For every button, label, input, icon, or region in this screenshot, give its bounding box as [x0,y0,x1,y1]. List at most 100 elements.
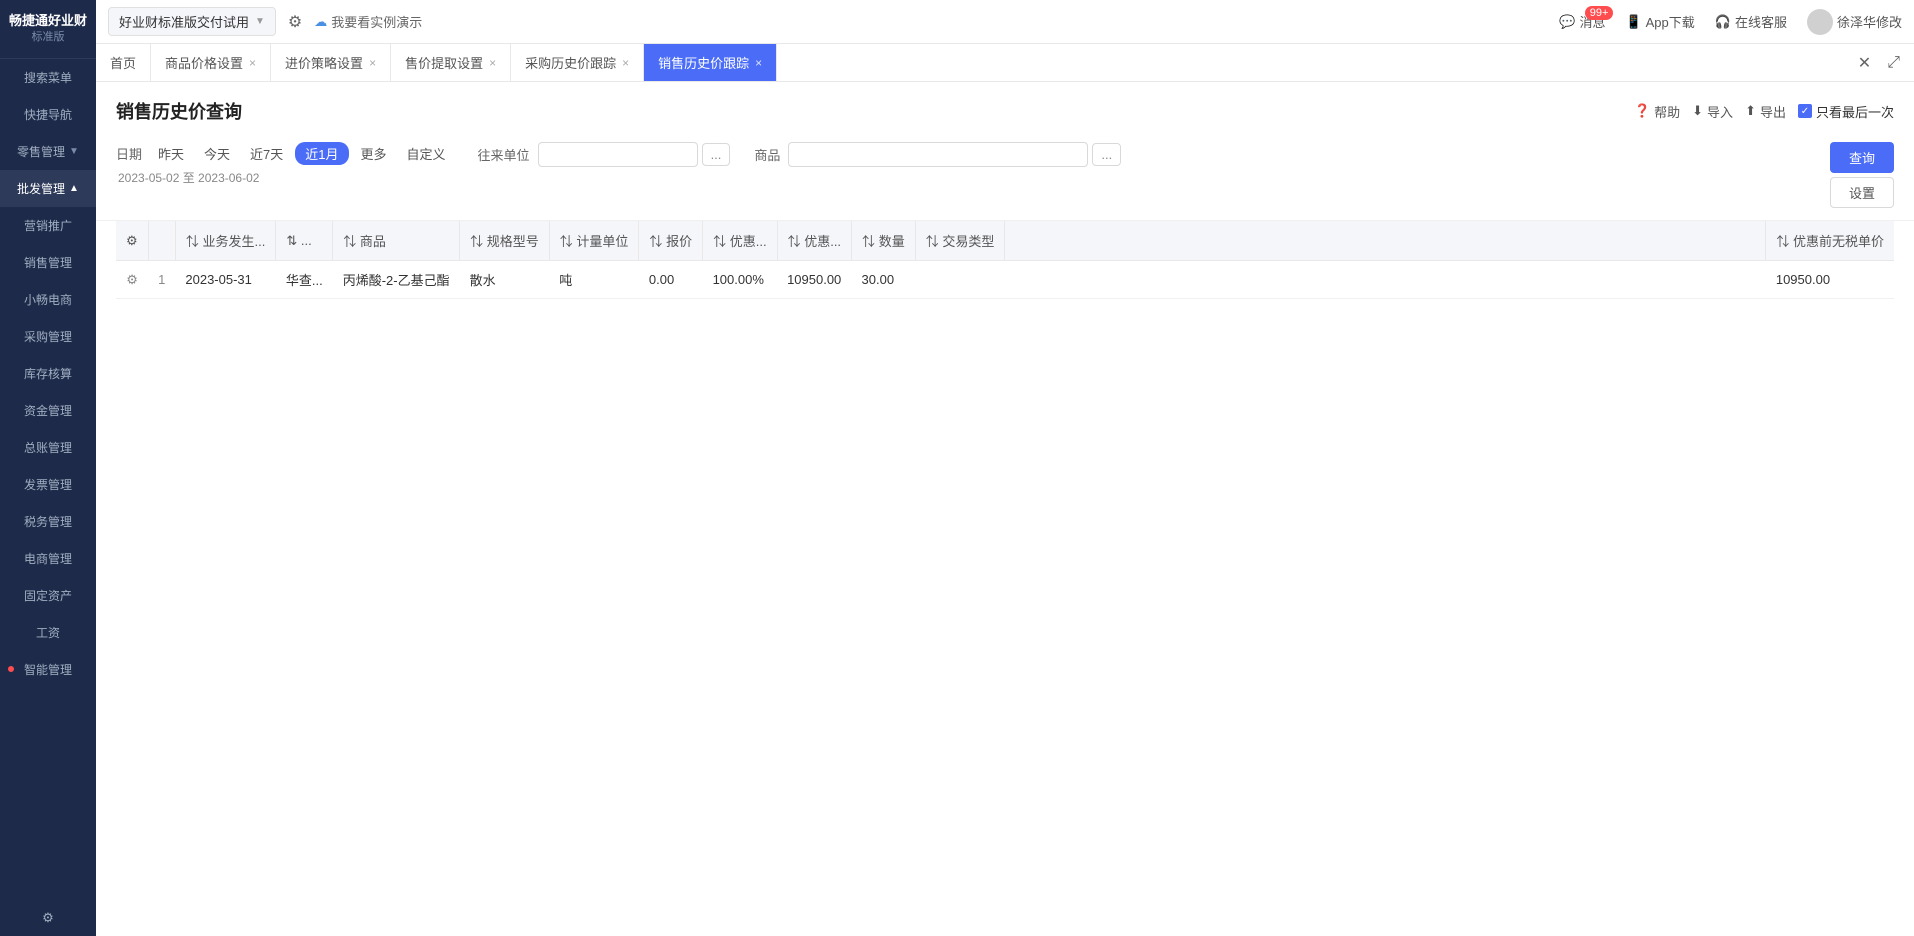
col-seq [148,221,175,261]
col-pretax-price[interactable]: ⇅ 优惠前无税单价 [1766,221,1894,261]
online-service-label: 在线客服 [1735,12,1787,31]
col-biz-date[interactable]: ⇅ 业务发生... [175,221,275,261]
sidebar-item-smart[interactable]: 智能管理 [0,651,96,688]
sidebar-item-wholesale[interactable]: 批发管理 ▲ [0,170,96,207]
tab-label: 销售历史价跟踪 [658,53,749,72]
col-settings: ⚙ [116,221,148,261]
table-header-row: ⚙ ⇅ 业务发生... ⇅ ... ⇅ 商品 [116,221,1894,261]
date-yesterday[interactable]: 昨天 [150,142,192,165]
sidebar-item-search[interactable]: 搜索菜单 [0,59,96,96]
cloud-icon: ☁ [314,14,327,30]
sidebar-item-finance[interactable]: 资金管理 [0,392,96,429]
only-last-checkbox[interactable]: 只看最后一次 [1798,102,1894,121]
sidebar-item-salary[interactable]: 工资 [0,614,96,651]
sidebar-item-assets[interactable]: 固定资产 [0,577,96,614]
settings-icon[interactable]: ⚙ [288,12,302,32]
app-download-button[interactable]: 📱 App下载 [1625,12,1694,31]
col-qty[interactable]: ⇅ 数量 [852,221,916,261]
tabbar-controls: ✕ ⤢ [1844,51,1914,75]
sidebar-item-ecommerce[interactable]: 电商管理 [0,540,96,577]
date-today[interactable]: 今天 [196,142,238,165]
source-unit-dots-button[interactable]: ... [702,143,731,166]
notification-dot [8,666,14,672]
tab-home[interactable]: 首页 [96,44,151,82]
sort-icon: ⇅ [186,234,199,249]
tab-label: 售价提取设置 [405,53,483,72]
col-trade-type[interactable]: ⇅ 交易类型 [915,221,1005,261]
close-icon[interactable]: × [755,56,762,70]
sidebar-item-sales[interactable]: 销售管理 [0,244,96,281]
row-settings[interactable]: ⚙ [116,261,148,299]
sidebar-item-label: 发票管理 [24,478,72,492]
tab-label: 进价策略设置 [285,53,363,72]
app-logo: 畅捷通好业财 标准版 [0,0,96,59]
tab-label: 首页 [110,53,136,72]
close-icon[interactable]: × [369,56,376,70]
sidebar-settings[interactable]: ⚙ [0,900,96,936]
page-actions: ❓ 帮助 ⬇ 导入 ⬆ 导出 只看最后一次 [1634,102,1894,121]
sidebar-item-label: 小畅电商 [24,293,72,307]
export-button[interactable]: ⬆ 导出 [1745,102,1786,121]
tab-price-settings[interactable]: 商品价格设置 × [151,44,271,82]
online-service-button[interactable]: 🎧 在线客服 [1715,12,1787,31]
demo-link[interactable]: ☁ 我要看实例演示 [314,12,422,31]
sidebar-item-quick-nav[interactable]: 快捷导航 [0,96,96,133]
sidebar-item-general-ledger[interactable]: 总账管理 [0,429,96,466]
user-menu[interactable]: 徐泽华修改 [1807,9,1902,35]
col-spec[interactable]: ⇅ 规格型号 [460,221,550,261]
close-icon[interactable]: × [489,56,496,70]
sidebar-item-retail[interactable]: 零售管理 ▼ [0,133,96,170]
help-icon: ❓ [1634,103,1650,119]
date-custom[interactable]: 自定义 [399,142,454,165]
tab-purchase-history[interactable]: 采购历史价跟踪 × [511,44,644,82]
app-subtitle: 标准版 [8,30,88,45]
close-window-button[interactable]: ✕ [1852,51,1877,75]
tabbar: 首页 商品价格设置 × 进价策略设置 × 售价提取设置 × 采购历史价跟踪 × … [96,44,1914,82]
col-spacer [1005,221,1766,261]
sidebar-item-ecommerce-small[interactable]: 小畅电商 [0,281,96,318]
settings-button[interactable]: 设置 [1830,177,1894,208]
headset-icon: 🎧 [1715,14,1731,30]
sidebar-item-invoice[interactable]: 发票管理 [0,466,96,503]
date-more[interactable]: 更多 [353,142,395,165]
product-input[interactable] [788,142,1088,167]
sidebar-item-purchase[interactable]: 采购管理 [0,318,96,355]
date-1month[interactable]: 近1月 [295,142,348,165]
page-header: 销售历史价查询 ❓ 帮助 ⬇ 导入 ⬆ 导出 只看最后一次 [96,82,1914,134]
table-body: ⚙ 1 2023-05-31 华查... 丙烯酸-2-乙基己酯 散水 吨 0.0… [116,261,1894,299]
sidebar-item-marketing[interactable]: 营销推广 [0,207,96,244]
checkbox-icon [1798,104,1812,118]
table-settings-icon[interactable]: ⚙ [126,233,138,248]
query-button[interactable]: 查询 [1830,142,1894,173]
chevron-down-icon: ▼ [255,16,265,27]
tab-pricing-strategy[interactable]: 进价策略设置 × [271,44,391,82]
col-quote[interactable]: ⇅ 报价 [639,221,703,261]
product-input-wrap: ... [788,142,1121,167]
col-more[interactable]: ⇅ ... [276,221,333,261]
col-discount2[interactable]: ⇅ 优惠... [777,221,851,261]
col-product[interactable]: ⇅ 商品 [333,221,460,261]
date-7days[interactable]: 近7天 [242,142,291,165]
col-unit[interactable]: ⇅ 计量单位 [549,221,639,261]
source-unit-input[interactable] [538,142,698,167]
tab-sale-price[interactable]: 售价提取设置 × [391,44,511,82]
help-label: 帮助 [1654,102,1680,121]
sidebar-item-label: 库存核算 [24,367,72,381]
close-icon[interactable]: × [249,56,256,70]
product-dots-button[interactable]: ... [1092,143,1121,166]
topbar-right: 💬 消息 99+ 📱 App下载 🎧 在线客服 徐泽华修改 [1559,9,1902,35]
version-selector[interactable]: 好业财标准版交付试用 ▼ [108,7,276,36]
col-discount1[interactable]: ⇅ 优惠... [703,221,777,261]
close-icon[interactable]: × [622,56,629,70]
avatar [1807,9,1833,35]
message-button[interactable]: 💬 消息 99+ [1559,12,1605,31]
sidebar-item-inventory[interactable]: 库存核算 [0,355,96,392]
demo-text: 我要看实例演示 [331,12,422,31]
tab-sale-history[interactable]: 销售历史价跟踪 × [644,44,777,82]
maximize-button[interactable]: ⤢ [1881,52,1906,74]
help-button[interactable]: ❓ 帮助 [1634,102,1680,121]
tab-label: 采购历史价跟踪 [525,53,616,72]
sidebar-item-tax[interactable]: 税务管理 [0,503,96,540]
data-table: ⚙ ⇅ 业务发生... ⇅ ... ⇅ 商品 [116,221,1894,299]
import-button[interactable]: ⬇ 导入 [1692,102,1733,121]
